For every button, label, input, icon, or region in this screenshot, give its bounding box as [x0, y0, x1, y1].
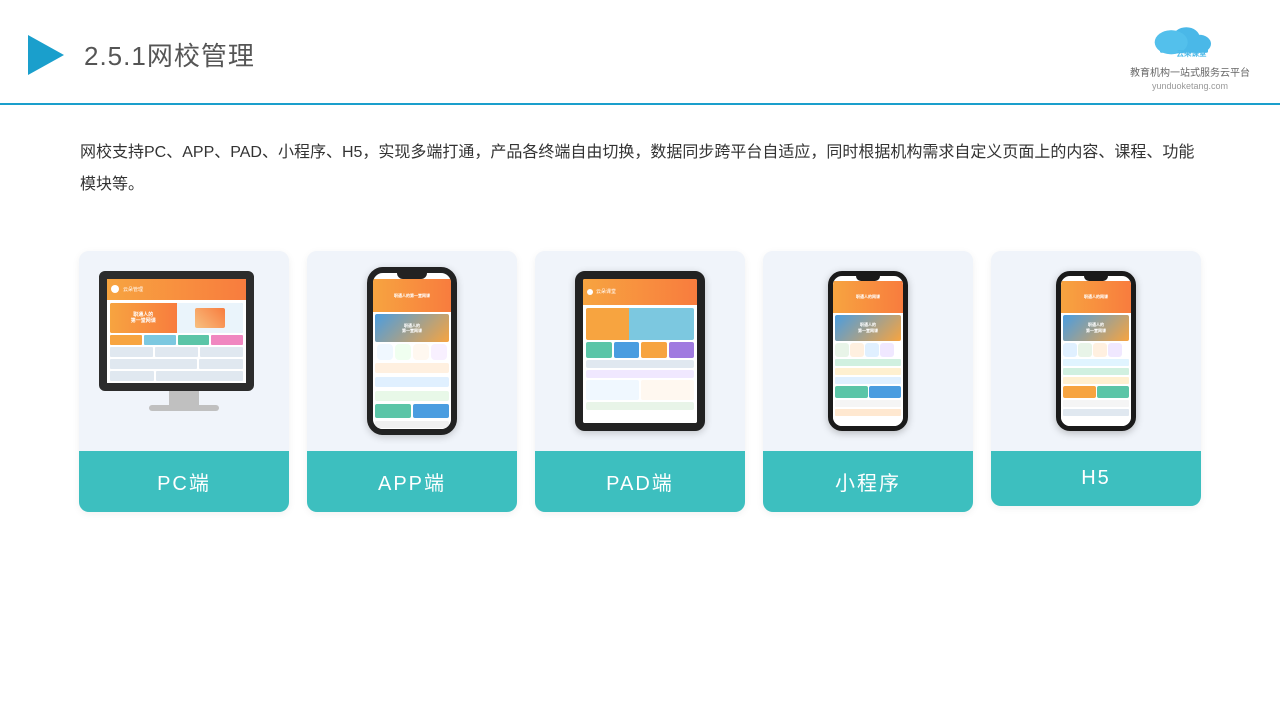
h5-phone-mockup: 职通人的网课 职通人的第一堂网课: [1056, 271, 1136, 431]
card-pc: 云朵管理 职通人的第一堂网课: [79, 251, 289, 512]
card-miniprogram-label: 小程序: [763, 451, 973, 512]
card-app-image: 职通人的第一堂网课 职通人的第一堂网课: [307, 251, 517, 451]
card-pc-label: PC端: [79, 451, 289, 512]
title-prefix: 2.5.1: [84, 41, 147, 71]
card-pad-label: PAD端: [535, 451, 745, 512]
miniprogram-phone-mockup: 职通人的网课 职通人的第一堂网课: [828, 271, 908, 431]
page-description: 网校支持PC、APP、PAD、小程序、H5，实现多端打通，产品各终端自由切换，数…: [0, 105, 1280, 221]
cards-container: 云朵管理 职通人的第一堂网课: [0, 231, 1280, 532]
card-pc-image: 云朵管理 职通人的第一堂网课: [79, 251, 289, 451]
card-h5-label: H5: [991, 451, 1201, 506]
title-main: 网校管理: [147, 41, 255, 71]
card-app: 职通人的第一堂网课 职通人的第一堂网课: [307, 251, 517, 512]
logo-url: yunduoketang.com: [1152, 81, 1228, 91]
card-miniprogram: 职通人的网课 职通人的第一堂网课: [763, 251, 973, 512]
card-h5: 职通人的网课 职通人的第一堂网课: [991, 251, 1201, 506]
svg-text:云朵课堂: 云朵课堂: [1177, 48, 1207, 58]
pad-tablet-mockup: 云朵课堂: [575, 271, 705, 431]
card-pad-image: 云朵课堂: [535, 251, 745, 451]
play-icon: [20, 31, 68, 79]
description-text: 网校支持PC、APP、PAD、小程序、H5，实现多端打通，产品各终端自由切换，数…: [80, 137, 1200, 201]
pc-monitor-mockup: 云朵管理 职通人的第一堂网课: [99, 271, 269, 431]
header-left: 2.5.1网校管理: [20, 31, 255, 79]
logo-tagline: 教育机构一站式服务云平台: [1130, 64, 1250, 79]
logo-area: 云朵课堂 教育机构一站式服务云平台 yunduoketang.com: [1130, 18, 1250, 91]
yunduoketang-logo: 云朵课堂: [1145, 18, 1235, 62]
app-phone-mockup: 职通人的第一堂网课 职通人的第一堂网课: [367, 267, 457, 435]
card-pad: 云朵课堂: [535, 251, 745, 512]
page-title: 2.5.1网校管理: [84, 36, 255, 73]
card-app-label: APP端: [307, 451, 517, 512]
header: 2.5.1网校管理 云朵课堂 教育机构一站式服务云平台 yunduoketang…: [0, 0, 1280, 105]
card-h5-image: 职通人的网课 职通人的第一堂网课: [991, 251, 1201, 451]
card-miniprogram-image: 职通人的网课 职通人的第一堂网课: [763, 251, 973, 451]
